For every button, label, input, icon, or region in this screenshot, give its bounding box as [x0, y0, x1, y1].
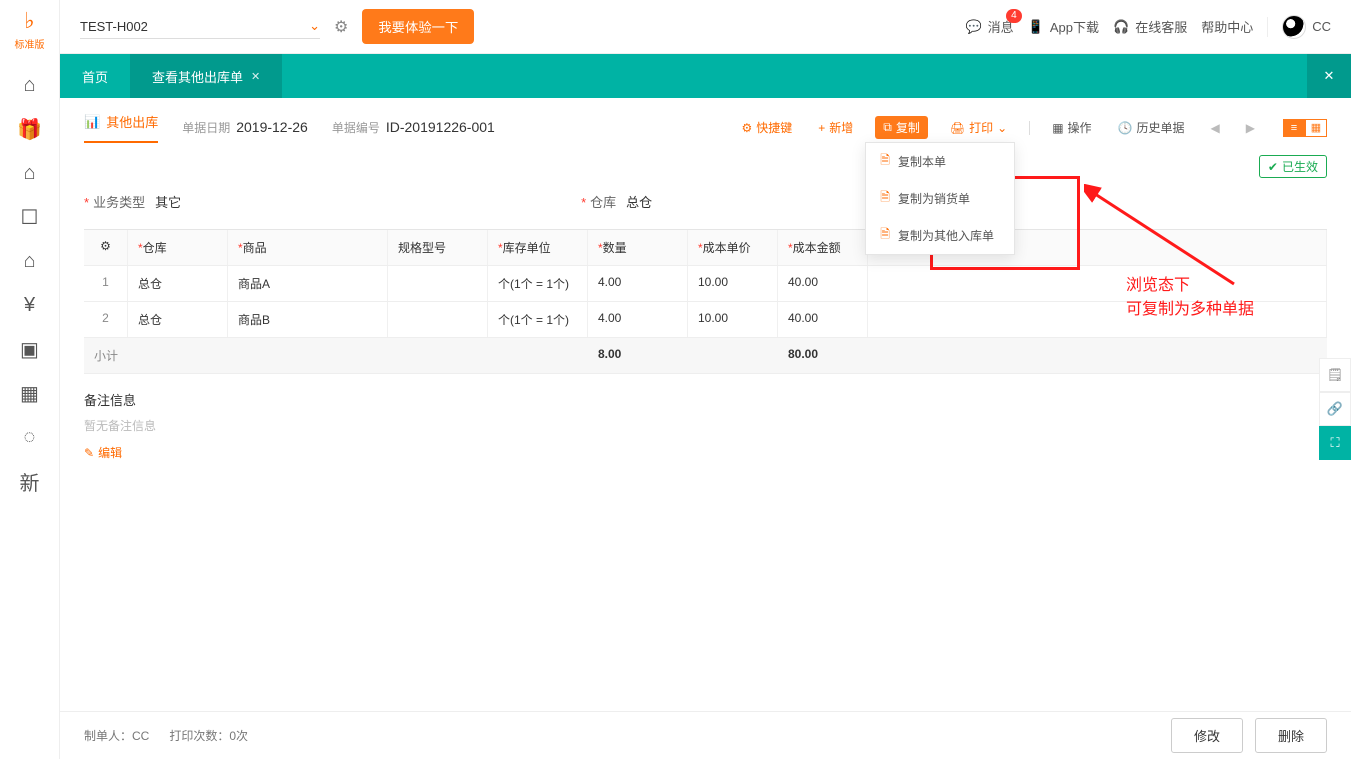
table-row[interactable]: 2 总仓 商品B 个(1个 = 1个) 4.00 10.00 40.00 [84, 302, 1327, 338]
annotation-arrow [1084, 184, 1244, 294]
check-icon: ✔ [1268, 160, 1278, 174]
link-tool-icon[interactable]: 🔗 [1319, 392, 1351, 426]
nav-new-icon[interactable]: 新 [10, 461, 50, 501]
headset-icon: 🎧 [1113, 19, 1129, 35]
status-badge: ✔已生效 [1259, 155, 1327, 178]
pencil-icon: ✎ [84, 446, 94, 460]
nav-house-icon[interactable]: ⌂ [10, 153, 50, 193]
message-icon: 💬 [965, 19, 981, 35]
help-button[interactable]: 帮助中心 [1201, 17, 1253, 36]
tab-home[interactable]: 首页 [60, 54, 130, 98]
doc-number: 单据编号ID-20191226-001 [332, 119, 495, 136]
modify-button[interactable]: 修改 [1171, 718, 1243, 753]
field-warehouse: *仓库总仓 [581, 192, 652, 211]
doc-type-tab[interactable]: 📊 其他出库 [84, 112, 158, 143]
topbar: TEST-H002 ⌄ ⚙ 我要体验一下 💬 消息 4 📱 App下载 🎧 在线… [60, 0, 1351, 54]
notes-empty: 暂无备注信息 [84, 417, 1327, 434]
trial-button[interactable]: 我要体验一下 [362, 9, 474, 44]
copy-dropdown: 🗎复制本单 🗎复制为销货单 🗎复制为其他入库单 [865, 142, 1015, 255]
tab-strip: 首页 查看其他出库单 ✕ ✕ [60, 54, 1351, 98]
nav-home-icon[interactable]: ⌂ [10, 65, 50, 105]
maker-info: 制单人：CC [84, 727, 149, 744]
nav-gift-icon[interactable]: 🎁 [10, 109, 50, 149]
doc-icon: 🗎 [880, 188, 890, 209]
ops-button[interactable]: ▦操作 [1048, 117, 1095, 138]
nav-building-icon[interactable]: ⌂ [10, 241, 50, 281]
expand-tool-icon[interactable]: ⛶ [1319, 426, 1351, 460]
next-doc-button[interactable]: ▶ [1242, 119, 1259, 137]
prev-doc-button[interactable]: ◀ [1207, 119, 1224, 137]
gear-icon[interactable]: ⚙ [84, 230, 128, 265]
gear-icon: ⚙ [741, 121, 752, 135]
nav-clipboard-icon[interactable]: ▣ [10, 329, 50, 369]
grid-icon: ▦ [1052, 121, 1063, 135]
phone-icon: 📱 [1028, 19, 1044, 35]
close-icon[interactable]: ✕ [251, 70, 260, 83]
history-icon: 🕓 [1118, 121, 1133, 135]
org-name: TEST-H002 [80, 19, 148, 34]
shortcut-button[interactable]: ⚙快捷键 [737, 117, 796, 138]
printer-icon: 🖨 [950, 121, 965, 135]
doc-icon: 🗎 [880, 151, 890, 172]
message-badge: 4 [1006, 9, 1022, 23]
nav-bag-icon[interactable]: ☐ [10, 197, 50, 237]
print-count: 打印次数：0次 [169, 727, 248, 744]
table-subtotal: 小计 8.00 80.00 [84, 338, 1327, 374]
edition-label: 标准版 [15, 36, 45, 51]
copy-icon: ⧉ [883, 120, 892, 135]
avatar [1282, 15, 1306, 39]
nav-money-icon[interactable]: ¥ [10, 285, 50, 325]
copy-menu-inbound[interactable]: 🗎复制为其他入库单 [866, 217, 1014, 254]
messages-button[interactable]: 💬 消息 4 [965, 17, 1013, 36]
plus-icon: + [818, 121, 825, 135]
doc-date: 单据日期2019-12-26 [182, 119, 308, 136]
chevron-down-icon: ⌄ [309, 18, 320, 34]
history-button[interactable]: 🕓历史单据 [1114, 117, 1189, 138]
nav-loading-icon[interactable]: ◌ [10, 417, 50, 457]
close-all-tabs[interactable]: ✕ [1307, 54, 1351, 98]
view-list-button[interactable]: ≡ [1283, 119, 1305, 137]
nav-report-icon[interactable]: ▦ [10, 373, 50, 413]
support-button[interactable]: 🎧 在线客服 [1113, 17, 1187, 36]
print-button[interactable]: 🖨打印 ⌄ [946, 117, 1011, 138]
delete-button[interactable]: 删除 [1255, 718, 1327, 753]
edit-notes-button[interactable]: ✎编辑 [84, 444, 122, 461]
footer: 制单人：CC 打印次数：0次 修改 删除 [60, 711, 1351, 759]
field-biz-type: *业务类型其它 [84, 192, 181, 211]
chart-icon: 📊 [84, 114, 100, 130]
logo-icon: ♭ [24, 8, 34, 34]
side-tools: 🗒 🔗 ⛶ [1319, 358, 1351, 460]
gear-icon[interactable]: ⚙ [334, 17, 348, 37]
view-card-button[interactable]: ▦ [1305, 119, 1327, 137]
copy-menu-self[interactable]: 🗎复制本单 [866, 143, 1014, 180]
doc-icon: 🗎 [880, 225, 890, 246]
sidebar: ♭ 标准版 ⌂ 🎁 ⌂ ☐ ⌂ ¥ ▣ ▦ ◌ 新 [0, 0, 60, 759]
org-selector[interactable]: TEST-H002 ⌄ [80, 14, 320, 39]
notes-title: 备注信息 [84, 390, 1327, 409]
copy-button[interactable]: ⧉复制 🗎复制本单 🗎复制为销货单 🗎复制为其他入库单 [875, 116, 928, 139]
view-toggle: ≡ ▦ [1283, 119, 1327, 137]
app-download-button[interactable]: 📱 App下载 [1028, 17, 1099, 36]
add-button[interactable]: +新增 [814, 117, 857, 138]
user-menu[interactable]: CC [1282, 15, 1331, 39]
tab-current[interactable]: 查看其他出库单 ✕ [130, 54, 282, 98]
chevron-down-icon: ⌄ [997, 121, 1007, 135]
note-tool-icon[interactable]: 🗒 [1319, 358, 1351, 392]
copy-menu-sale[interactable]: 🗎复制为销货单 [866, 180, 1014, 217]
